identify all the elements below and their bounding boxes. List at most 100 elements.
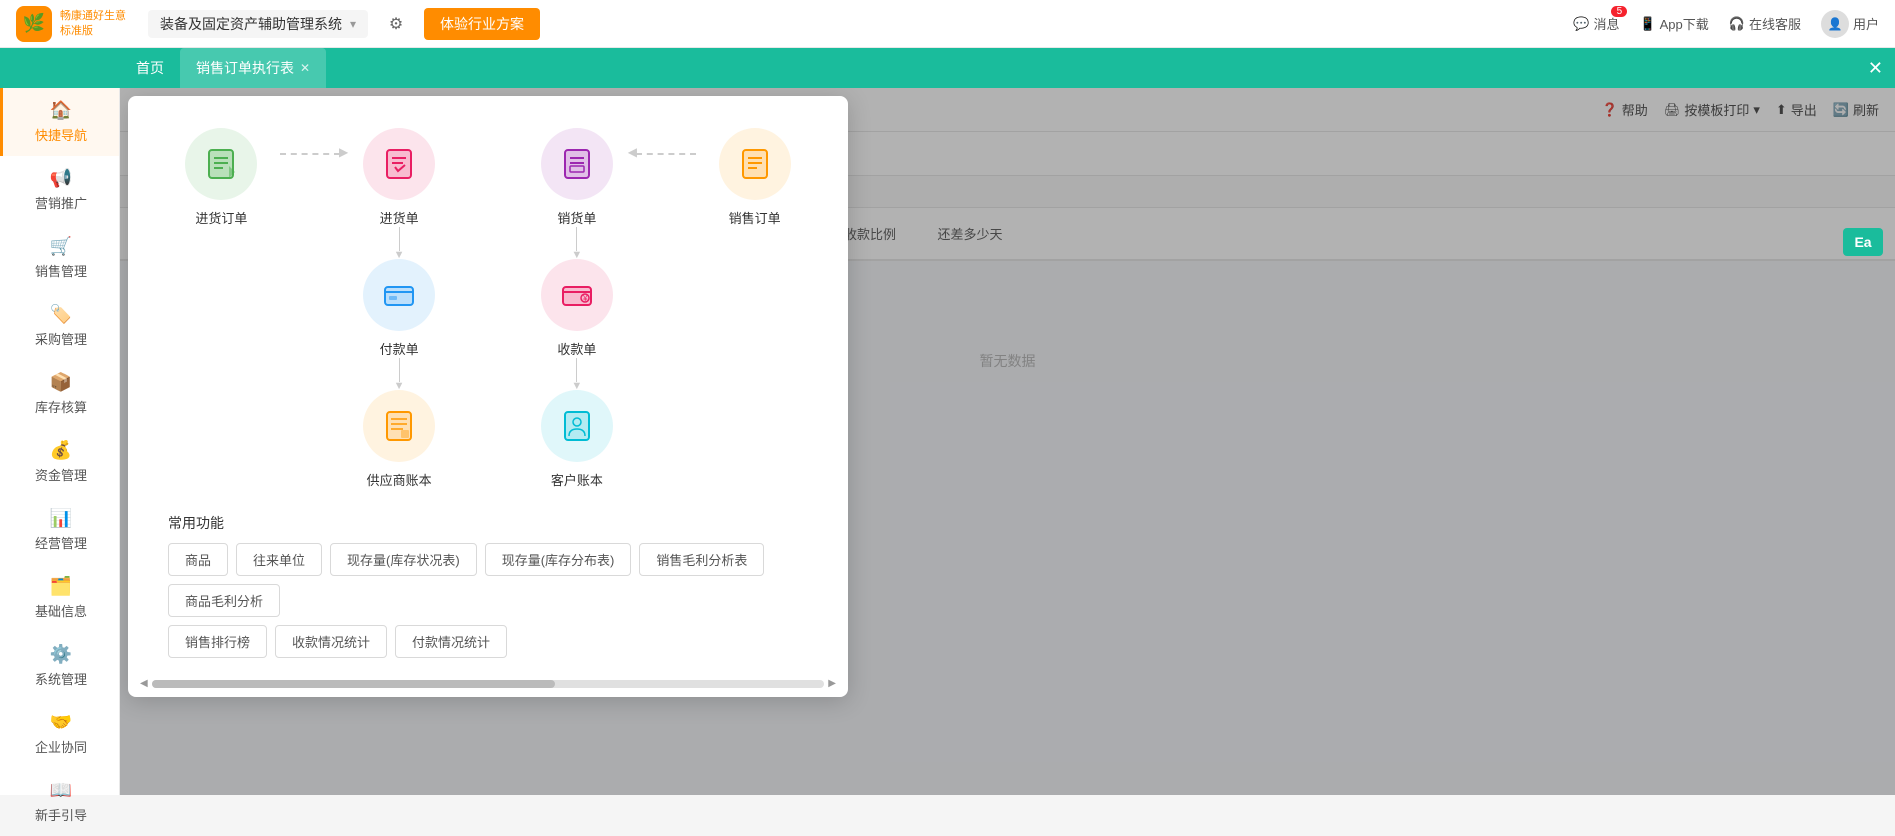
sales-order-label: 销售订单 <box>729 208 781 227</box>
tab-close-icon[interactable]: ✕ <box>300 61 310 75</box>
sidebar-item-sales[interactable]: 🛒 销售管理 <box>0 224 119 292</box>
operations-icon: 📊 <box>50 508 72 529</box>
btn-receipt-stats[interactable]: 收款情况统计 <box>275 625 387 658</box>
scroll-right-icon[interactable]: ▶ <box>824 678 840 689</box>
message-badge: 5 <box>1611 6 1627 17</box>
gear-button[interactable]: ⚙ <box>380 8 412 40</box>
arrow-so-to-s: ◀ <box>630 153 701 203</box>
message-icon: 💬 <box>1573 16 1589 32</box>
sidebar-item-purchase[interactable]: 🏷️ 采购管理 <box>0 292 119 360</box>
purchase-icon: 🏷️ <box>50 304 72 325</box>
supplier-ledger-circle <box>363 390 435 462</box>
sidebar-item-basic[interactable]: 🗂️ 基础信息 <box>0 564 119 632</box>
btn-stock-dist[interactable]: 现存量(库存分布表) <box>485 543 632 576</box>
flow-area: 进货订单 ▶ 进货单 <box>128 96 848 505</box>
scrollbar-thumb <box>152 680 556 688</box>
btn-counterparty[interactable]: 往来单位 <box>236 543 322 576</box>
node-purchase-order[interactable]: 进货订单 <box>168 128 275 227</box>
app-download-button[interactable]: 📱 App下载 <box>1639 14 1708 33</box>
customer-ledger-label: 客户账本 <box>551 470 603 489</box>
sidebar-item-system[interactable]: ⚙️ 系统管理 <box>0 632 119 700</box>
sidebar-item-finance[interactable]: 💰 资金管理 <box>0 428 119 496</box>
node-payment[interactable]: 付款单 <box>346 259 453 358</box>
sales-icon: 🛒 <box>50 236 72 257</box>
basic-icon: 🗂️ <box>50 576 72 597</box>
window-close-icon[interactable]: ✕ <box>1868 58 1883 78</box>
home-icon: 🏠 <box>50 100 72 121</box>
customer-ledger-circle <box>541 390 613 462</box>
download-icon: 📱 <box>1639 16 1655 32</box>
common-title: 常用功能 <box>168 513 808 533</box>
tab-home[interactable]: 首页 <box>120 48 180 88</box>
sidebar-item-quick-nav[interactable]: 🏠 快捷导航 <box>0 88 119 156</box>
scroll-left-icon[interactable]: ◀ <box>136 678 152 689</box>
receipt-label: 收款单 <box>557 339 596 358</box>
vertical-arrows-row: ▼ ▼ <box>168 227 808 251</box>
node-supplier-ledger[interactable]: 供应商账本 <box>346 390 453 489</box>
user-area[interactable]: 👤 用户 <box>1821 10 1879 38</box>
supplier-ledger-label: 供应商账本 <box>367 470 432 489</box>
enterprise-icon: 🤝 <box>50 712 72 733</box>
btn-stock-status[interactable]: 现存量(库存状况表) <box>330 543 477 576</box>
online-service-button[interactable]: 🎧 在线客服 <box>1729 14 1801 33</box>
node-receipt[interactable]: ¥ 收款单 <box>524 259 631 358</box>
common-functions-section: 常用功能 商品 往来单位 现存量(库存状况表) 现存量(库存分布表) 销售毛利分… <box>128 505 848 674</box>
flow-row-1: 进货订单 ▶ 进货单 <box>168 128 808 227</box>
down-arrow-receipt: ▼ <box>524 358 631 382</box>
trial-button[interactable]: 体验行业方案 <box>424 8 540 40</box>
sales-circle <box>541 128 613 200</box>
popup-scrollbar-area: ◀ ▶ <box>128 674 848 697</box>
btn-payment-stats[interactable]: 付款情况统计 <box>395 625 507 658</box>
main-content: ❓ 帮助 🖨 按模板打印 ▾ ⬆ 导出 🔄 刷新 📅 单据状态 ▾ 查询 设置 … <box>120 88 1895 795</box>
popup-overlay: 进货订单 ▶ 进货单 <box>120 88 1895 795</box>
popup: 进货订单 ▶ 进货单 <box>128 96 848 697</box>
sidebar-item-guide[interactable]: 📖 新手引导 <box>0 768 119 836</box>
btn-goods[interactable]: 商品 <box>168 543 228 576</box>
header-right: 💬 消息 5 📱 App下载 🎧 在线客服 👤 用户 <box>1573 10 1879 38</box>
finance-icon: 💰 <box>50 440 72 461</box>
marketing-icon: 📢 <box>50 168 72 189</box>
common-buttons-row1: 商品 往来单位 现存量(库存状况表) 现存量(库存分布表) 销售毛利分析表 商品… <box>168 543 808 617</box>
logo-icon: 🌿 <box>16 6 52 42</box>
system-title-area[interactable]: 装备及固定资产辅助管理系统 ▾ <box>148 10 368 38</box>
message-button[interactable]: 💬 消息 5 <box>1573 14 1619 33</box>
btn-sales-margin[interactable]: 销售毛利分析表 <box>639 543 764 576</box>
purchase-order-label: 进货订单 <box>195 208 247 227</box>
sidebar-item-operations[interactable]: 📊 经营管理 <box>0 496 119 564</box>
sidebar: 🔍 搜索菜单 🏠 快捷导航 📢 营销推广 🛒 销售管理 🏷️ 采购管理 📦 库存… <box>0 48 120 795</box>
headset-icon: 🎧 <box>1729 16 1745 32</box>
node-sales[interactable]: 销货单 <box>524 128 631 227</box>
sales-label: 销货单 <box>557 208 596 227</box>
logo-text: 畅康通好生意 标准版 <box>60 9 126 38</box>
ea-badge: Ea <box>1843 228 1883 256</box>
header-left: 🌿 畅康通好生意 标准版 装备及固定资产辅助管理系统 ▾ ⚙ 体验行业方案 <box>16 6 540 42</box>
system-icon: ⚙️ <box>50 644 72 665</box>
scrollbar-track[interactable] <box>152 680 825 688</box>
tab-sales-order[interactable]: 销售订单执行表 ✕ <box>180 48 326 88</box>
purchase-label: 进货单 <box>380 208 419 227</box>
down-arrow-payment: ▼ <box>346 358 453 382</box>
common-buttons-row2: 销售排行榜 收款情况统计 付款情况统计 <box>168 625 808 658</box>
flow-row-3: 供应商账本 客户账本 <box>168 390 808 489</box>
down-arrow-sales: ▼ <box>524 227 631 251</box>
receipt-circle: ¥ <box>541 259 613 331</box>
sidebar-item-enterprise[interactable]: 🤝 企业协同 <box>0 700 119 768</box>
sidebar-item-inventory[interactable]: 📦 库存核算 <box>0 360 119 428</box>
payment-circle <box>363 259 435 331</box>
chevron-down-icon: ▾ <box>350 17 356 31</box>
vertical-arrows-row2: ▼ ▼ <box>168 358 808 382</box>
down-arrow-purchase: ▼ <box>346 227 453 251</box>
node-customer-ledger[interactable]: 客户账本 <box>524 390 631 489</box>
payment-label: 付款单 <box>380 339 419 358</box>
node-purchase[interactable]: 进货单 <box>346 128 453 227</box>
btn-sales-rank[interactable]: 销售排行榜 <box>168 625 267 658</box>
avatar: 👤 <box>1821 10 1849 38</box>
btn-goods-margin[interactable]: 商品毛利分析 <box>168 584 280 617</box>
node-sales-order[interactable]: 销售订单 <box>701 128 808 227</box>
tab-bar: 首页 销售订单执行表 ✕ ✕ <box>0 48 1895 88</box>
top-header: 🌿 畅康通好生意 标准版 装备及固定资产辅助管理系统 ▾ ⚙ 体验行业方案 💬 … <box>0 0 1895 48</box>
sidebar-item-marketing[interactable]: 📢 营销推广 <box>0 156 119 224</box>
flow-row-2: 付款单 ¥ 收款单 <box>168 259 808 358</box>
tab-bar-right: ✕ <box>1868 58 1883 79</box>
purchase-circle <box>363 128 435 200</box>
